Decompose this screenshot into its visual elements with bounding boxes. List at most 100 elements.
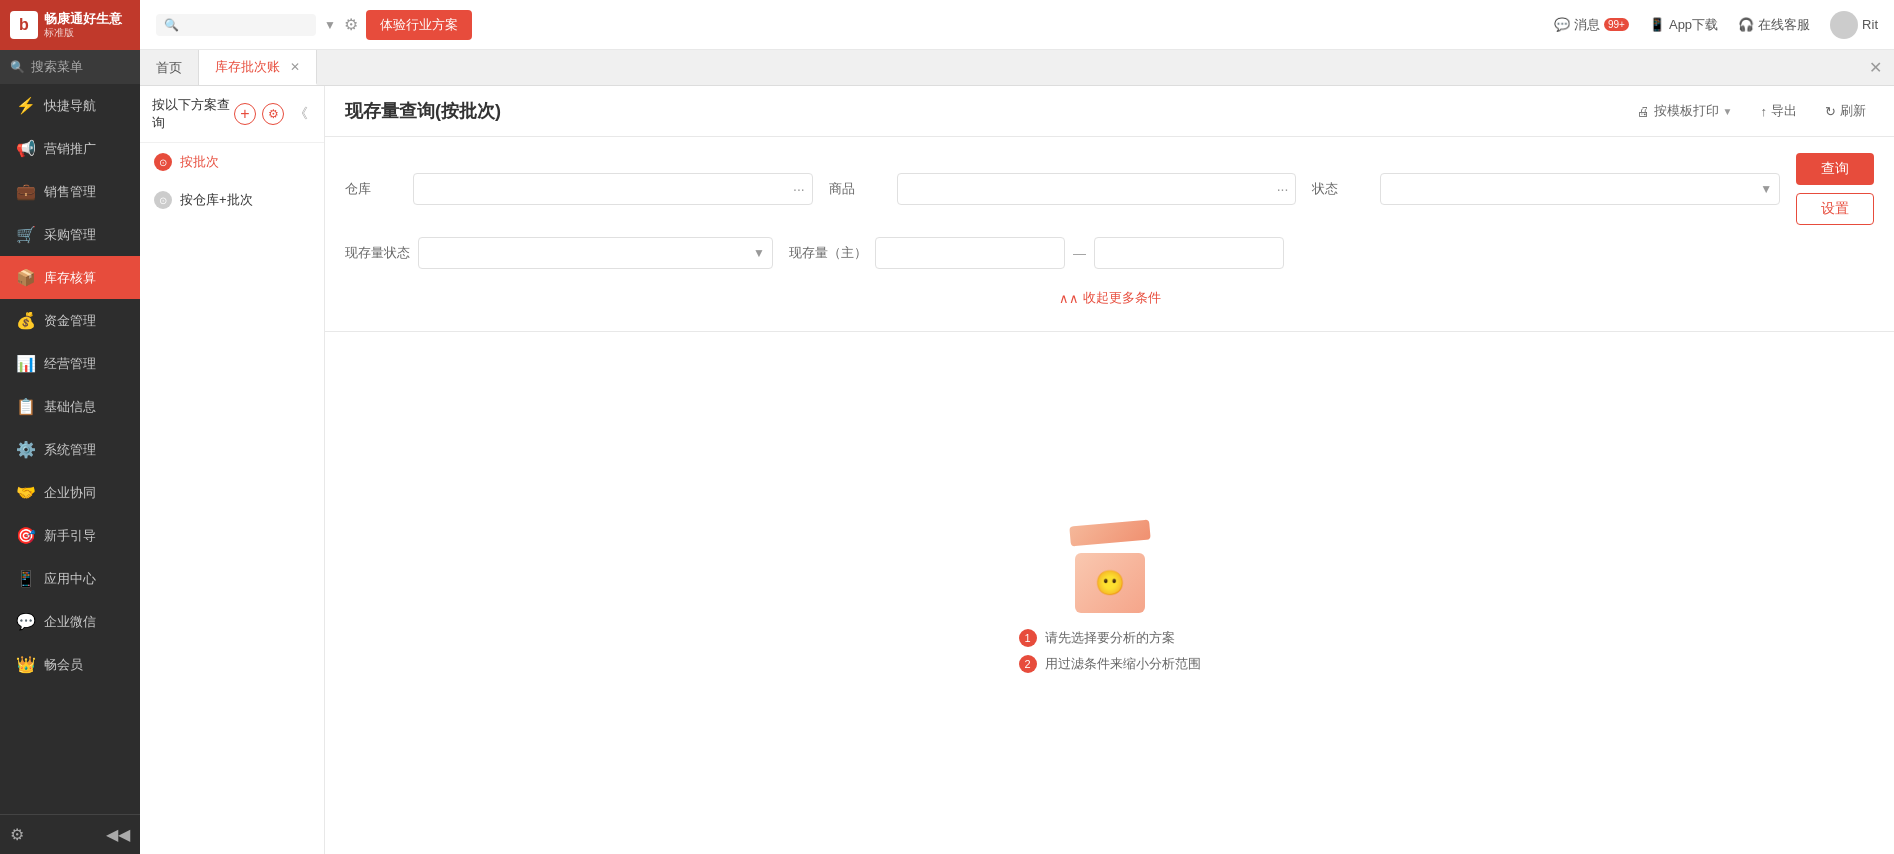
sidebar-item-sales[interactable]: 💼 销售管理: [0, 170, 140, 213]
online-service-btn[interactable]: 🎧 在线客服: [1738, 16, 1810, 34]
print-btn[interactable]: 🖨 按模板打印 ▼: [1629, 98, 1741, 124]
topbar-search-input[interactable]: [183, 18, 308, 32]
settings-btn[interactable]: 设置: [1796, 193, 1874, 225]
inventory-status-field: 现存量状态 ▼: [345, 237, 773, 269]
inventory-qty-to[interactable]: [1094, 237, 1284, 269]
warehouse-batch-scheme-icon: ⊙: [154, 191, 172, 209]
sidebar-item-quicknav[interactable]: ⚡ 快捷导航: [0, 84, 140, 127]
empty-box-lid: [1069, 520, 1150, 547]
avatar: [1830, 11, 1858, 39]
print-dropdown-icon[interactable]: ▼: [1723, 106, 1733, 117]
export-btn[interactable]: ↑ 导出: [1753, 98, 1806, 124]
app-logo: b: [10, 11, 38, 39]
sidebar-item-inventory[interactable]: 📦 库存核算: [0, 256, 140, 299]
topbar-search-box[interactable]: 🔍: [156, 14, 316, 36]
right-content: 现存量查询(按批次) 🖨 按模板打印 ▼ ↑ 导出 ↻: [325, 86, 1894, 854]
tab-close-icon[interactable]: ✕: [290, 60, 300, 74]
system-icon: ⚙️: [16, 440, 36, 459]
inventory-qty-label: 现存量（主）: [789, 244, 867, 262]
empty-tips: 1 请先选择要分析的方案 2 用过滤条件来缩小分析范围: [1019, 629, 1201, 673]
empty-illustration: 😶: [1060, 513, 1160, 613]
sidebar-item-wechat[interactable]: 💬 企业微信: [0, 600, 140, 643]
sidebar-item-operations[interactable]: 📊 经营管理: [0, 342, 140, 385]
warehouse-batch-scheme-label: 按仓库+批次: [180, 191, 253, 209]
status-select-wrapper: ▼: [1380, 173, 1780, 205]
refresh-label: 刷新: [1840, 102, 1866, 120]
warehouse-input-wrapper: ···: [413, 173, 813, 205]
product-input[interactable]: [897, 173, 1297, 205]
collapse-icon[interactable]: ◀◀: [106, 825, 130, 844]
enterprise-icon: 🤝: [16, 483, 36, 502]
headset-icon: 🎧: [1738, 17, 1754, 32]
inventory-status-select-wrapper: ▼: [418, 237, 773, 269]
product-label: 商品: [829, 180, 889, 198]
topbar-dropdown-icon[interactable]: ▼: [324, 18, 336, 32]
page-body: 按以下方案查询 + ⚙ 《 ⊙ 按批次 ⊙ 按仓库+批次: [140, 86, 1894, 854]
sidebar: b 畅康通好生意 标准版 🔍 搜索菜单 ⚡ 快捷导航 📢 营销推广 💼 销售管理…: [0, 0, 140, 854]
sidebar-item-label: 销售管理: [44, 183, 96, 201]
query-btn[interactable]: 查询: [1796, 153, 1874, 185]
sidebar-item-label: 新手引导: [44, 527, 96, 545]
collapse-bar[interactable]: ∧∧ 收起更多条件: [345, 281, 1874, 315]
sidebar-item-system[interactable]: ⚙️ 系统管理: [0, 428, 140, 471]
inventory-qty-field: 现存量（主） —: [789, 237, 1284, 269]
sidebar-item-purchase[interactable]: 🛒 采购管理: [0, 213, 140, 256]
inventory-status-select[interactable]: [418, 237, 773, 269]
left-panel-actions: + ⚙ 《: [234, 103, 312, 125]
user-menu[interactable]: Rit: [1830, 11, 1878, 39]
tab-bar-close-btn[interactable]: ✕: [1857, 58, 1894, 77]
inventory-status-label: 现存量状态: [345, 244, 410, 262]
sidebar-item-label: 营销推广: [44, 140, 96, 158]
operations-icon: 📊: [16, 354, 36, 373]
sidebar-item-basic[interactable]: 📋 基础信息: [0, 385, 140, 428]
settings-icon[interactable]: ⚙: [10, 825, 24, 844]
topbar-search-icon: 🔍: [164, 18, 179, 32]
topbar-gear-icon[interactable]: ⚙: [344, 15, 358, 34]
empty-box: 😶: [1075, 553, 1145, 613]
settings-scheme-btn[interactable]: ⚙: [262, 103, 284, 125]
warehouse-input[interactable]: [413, 173, 813, 205]
sidebar-search-label: 搜索菜单: [31, 58, 83, 76]
print-label: 按模板打印: [1654, 102, 1719, 120]
sidebar-item-marketing[interactable]: 📢 营销推广: [0, 127, 140, 170]
tip-text-1: 请先选择要分析的方案: [1045, 629, 1175, 647]
sidebar-search[interactable]: 🔍 搜索菜单: [0, 50, 140, 84]
user-name: Rit: [1862, 17, 1878, 32]
topbar-left: 🔍 ▼ ⚙ 体验行业方案: [156, 10, 1542, 40]
add-scheme-btn[interactable]: +: [234, 103, 256, 125]
sidebar-item-newuser[interactable]: 🎯 新手引导: [0, 514, 140, 557]
sidebar-item-enterprise[interactable]: 🤝 企业协同: [0, 471, 140, 514]
batch-scheme-label: 按批次: [180, 153, 219, 171]
inventory-qty-from[interactable]: [875, 237, 1065, 269]
sidebar-item-label: 畅会员: [44, 656, 83, 674]
left-panel-header: 按以下方案查询 + ⚙ 《: [140, 86, 324, 143]
filter-area: 仓库 ··· 商品 ···: [325, 137, 1894, 332]
sidebar-item-label: 经营管理: [44, 355, 96, 373]
message-btn[interactable]: 💬 消息 99+: [1554, 16, 1629, 34]
status-select[interactable]: [1380, 173, 1780, 205]
app-download-label: App下载: [1669, 16, 1718, 34]
tab-batch[interactable]: 库存批次账 ✕: [199, 50, 317, 85]
sales-icon: 💼: [16, 182, 36, 201]
left-panel-item-batch[interactable]: ⊙ 按批次: [140, 143, 324, 181]
sidebar-item-appcenter[interactable]: 📱 应用中心: [0, 557, 140, 600]
tip-num-1: 1: [1019, 629, 1037, 647]
warehouse-label: 仓库: [345, 180, 405, 198]
empty-state: 😶 1 请先选择要分析的方案 2 用过滤条件来缩小分析范围: [325, 332, 1894, 854]
product-more-icon[interactable]: ···: [1277, 181, 1289, 197]
sidebar-item-finance[interactable]: 💰 资金管理: [0, 299, 140, 342]
left-panel-item-warehouse-batch[interactable]: ⊙ 按仓库+批次: [140, 181, 324, 219]
warehouse-more-icon[interactable]: ···: [793, 181, 805, 197]
sidebar-item-member[interactable]: 👑 畅会员: [0, 643, 140, 686]
collapse-panel-btn[interactable]: 《: [290, 103, 312, 125]
inventory-qty-range: —: [875, 237, 1284, 269]
wechat-icon: 💬: [16, 612, 36, 631]
product-field: 商品 ···: [829, 173, 1297, 205]
tab-batch-label: 库存批次账: [215, 58, 280, 76]
refresh-btn[interactable]: ↻ 刷新: [1817, 98, 1874, 124]
warehouse-field: 仓库 ···: [345, 173, 813, 205]
trial-btn[interactable]: 体验行业方案: [366, 10, 472, 40]
tab-home[interactable]: 首页: [140, 50, 199, 85]
sidebar-header: b 畅康通好生意 标准版: [0, 0, 140, 50]
app-download-btn[interactable]: 📱 App下载: [1649, 16, 1718, 34]
